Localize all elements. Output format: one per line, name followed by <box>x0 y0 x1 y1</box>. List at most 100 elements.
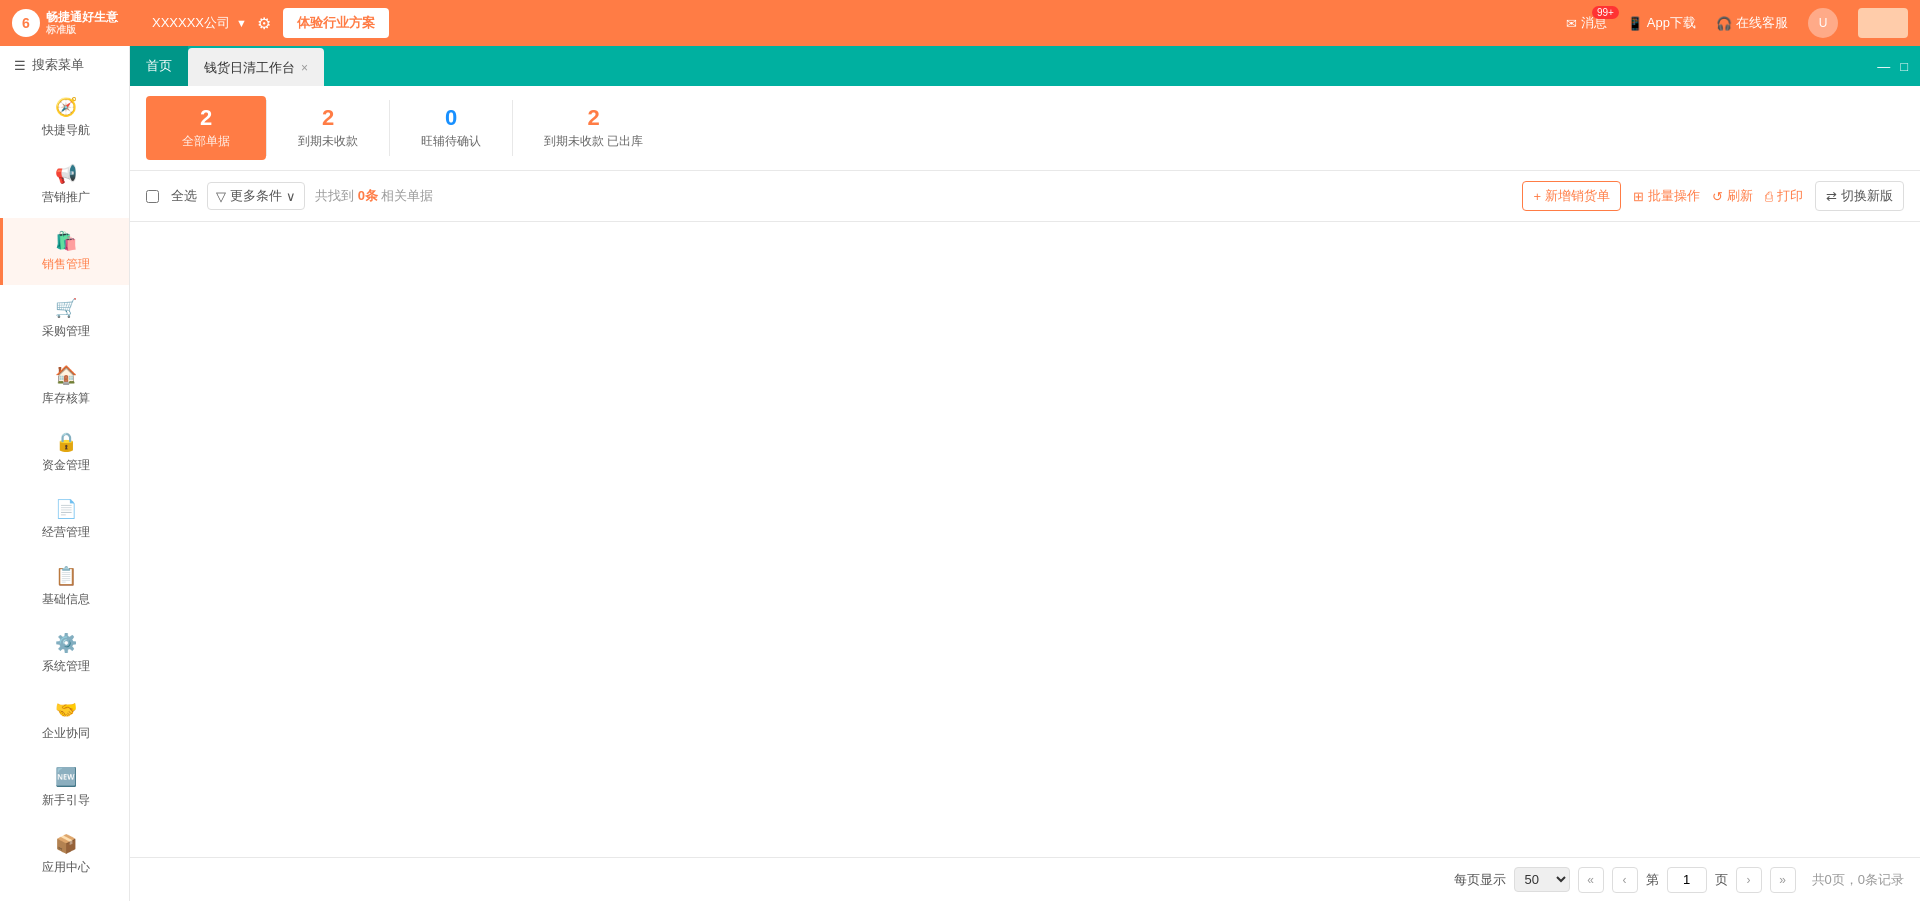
pagination-bar: 每页显示 50 20 100 « ‹ 第 页 › » 共0页，0条记录 <box>130 857 1920 901</box>
maximize-icon[interactable]: □ <box>1900 59 1908 74</box>
download-icon: 📱 <box>1627 16 1643 31</box>
stat-card-overdue[interactable]: 2 到期未收款 <box>267 96 389 160</box>
prev-page-button[interactable]: ‹ <box>1612 867 1638 893</box>
content-area: 首页 钱货日清工作台 × — □ 2 全部单据 2 <box>130 46 1920 901</box>
online-service-button[interactable]: 🎧 在线客服 <box>1716 14 1788 32</box>
sidebar-label-system: 系统管理 <box>42 658 90 675</box>
handshake-icon: 🤝 <box>55 699 77 721</box>
tab-workbench[interactable]: 钱货日清工作台 × <box>188 48 324 88</box>
logo-icon: 6 <box>12 9 40 37</box>
stat-card-overdue-out[interactable]: 2 到期未收款 已出库 <box>513 96 674 160</box>
stat-label-overdue-out: 到期未收款 已出库 <box>544 133 643 150</box>
stat-label-pending: 旺辅待确认 <box>421 133 481 150</box>
logo-area: 6 畅捷通好生意 标准版 <box>12 9 142 37</box>
sidebar-label-operations: 经营管理 <box>42 524 90 541</box>
chevron-icon: ∨ <box>286 189 296 204</box>
more-conditions-button[interactable]: ▽ 更多条件 ∨ <box>207 182 305 210</box>
switch-version-button[interactable]: ⇄ 切换新版 <box>1815 181 1904 211</box>
house-icon: 🏠 <box>55 364 77 386</box>
sidebar-item-operations[interactable]: 📄 经营管理 <box>0 486 129 553</box>
batch-op-button[interactable]: ⊞ 批量操作 <box>1633 187 1700 205</box>
stat-label-all: 全部单据 <box>182 133 230 150</box>
sidebar-item-app-center[interactable]: 📦 应用中心 <box>0 821 129 888</box>
select-all-checkbox[interactable] <box>146 190 159 203</box>
first-page-button[interactable]: « <box>1578 867 1604 893</box>
sidebar-label-guide: 新手引导 <box>42 792 90 809</box>
found-text: 共找到 0条 相关单据 <box>315 187 433 205</box>
tab-home-label: 首页 <box>146 57 172 75</box>
cart-icon: 🛒 <box>55 297 77 319</box>
box-icon: 📦 <box>55 833 77 855</box>
stats-row: 2 全部单据 2 到期未收款 0 旺辅待确认 2 到期未收款 已出库 <box>130 86 1920 171</box>
sidebar-item-guide[interactable]: 🆕 新手引导 <box>0 754 129 821</box>
avatar[interactable]: U <box>1808 8 1838 38</box>
search-menu-item[interactable]: ☰ 搜索菜单 <box>0 46 129 84</box>
sidebar-item-wechat[interactable]: 💬 企业微信 <box>0 888 129 901</box>
toolbar-right: + 新增销货单 ⊞ 批量操作 ↺ 刷新 ⎙ 打印 <box>1522 181 1904 211</box>
stat-card-all[interactable]: 2 全部单据 <box>146 96 266 160</box>
search-menu-label: 搜索菜单 <box>32 56 84 74</box>
plus-icon: + <box>1533 189 1541 204</box>
logo-text: 畅捷通好生意 标准版 <box>46 10 118 36</box>
top-bar: 6 畅捷通好生意 标准版 XXXXXX公司 ▼ ⚙ 体验行业方案 ✉ 消息 99… <box>0 0 1920 46</box>
stat-number-overdue-out: 2 <box>588 105 600 131</box>
add-sales-button[interactable]: + 新增销货单 <box>1522 181 1621 211</box>
page-prefix-label: 第 <box>1646 871 1659 889</box>
sidebar-item-quick-nav[interactable]: 🧭 快捷导航 <box>0 84 129 151</box>
sidebar-label-inventory: 库存核算 <box>42 390 90 407</box>
sidebar-item-finance[interactable]: 🔒 资金管理 <box>0 419 129 486</box>
sidebar-item-inventory[interactable]: 🏠 库存核算 <box>0 352 129 419</box>
refresh-button[interactable]: ↺ 刷新 <box>1712 187 1753 205</box>
sidebar-item-purchase[interactable]: 🛒 采购管理 <box>0 285 129 352</box>
per-page-label: 每页显示 <box>1454 871 1506 889</box>
refresh-label: 刷新 <box>1727 187 1753 205</box>
add-sales-label: 新增销货单 <box>1545 187 1610 205</box>
main-layout: ☰ 搜索菜单 🧭 快捷导航 📢 营销推广 🛍️ 销售管理 🛒 采购管理 🏠 库存… <box>0 46 1920 901</box>
settings-button[interactable]: ⚙ <box>257 14 271 33</box>
sidebar-label-quick-nav: 快捷导航 <box>42 122 90 139</box>
stat-card-pending[interactable]: 0 旺辅待确认 <box>390 96 512 160</box>
tab-home[interactable]: 首页 <box>130 46 188 86</box>
stat-number-pending: 0 <box>445 105 457 131</box>
toolbar: 全选 ▽ 更多条件 ∨ 共找到 0条 相关单据 + 新增销货单 ⊞ <box>130 171 1920 222</box>
compass-icon: 🧭 <box>55 96 77 118</box>
messages-button[interactable]: ✉ 消息 99+ <box>1566 14 1607 32</box>
app-download-button[interactable]: 📱 App下载 <box>1627 14 1696 32</box>
close-icon[interactable]: × <box>301 61 308 75</box>
document-icon: 📄 <box>55 498 77 520</box>
print-icon: ⎙ <box>1765 189 1773 204</box>
switch-icon: ⇄ <box>1826 189 1837 204</box>
print-button[interactable]: ⎙ 打印 <box>1765 187 1803 205</box>
new-icon: 🆕 <box>55 766 77 788</box>
last-page-button[interactable]: » <box>1770 867 1796 893</box>
sidebar-item-basic-info[interactable]: 📋 基础信息 <box>0 553 129 620</box>
sidebar-item-marketing[interactable]: 📢 营销推广 <box>0 151 129 218</box>
minimize-icon[interactable]: — <box>1877 59 1890 74</box>
next-page-button[interactable]: › <box>1736 867 1762 893</box>
company-selector[interactable]: XXXXXX公司 ▼ <box>152 14 247 32</box>
service-icon: 🎧 <box>1716 16 1732 31</box>
sidebar-item-system[interactable]: ⚙️ 系统管理 <box>0 620 129 687</box>
clipboard-icon: 📋 <box>55 565 77 587</box>
workbench: 2 全部单据 2 到期未收款 0 旺辅待确认 2 到期未收款 已出库 <box>130 86 1920 901</box>
chevron-down-icon: ▼ <box>236 17 247 29</box>
print-label: 打印 <box>1777 187 1803 205</box>
company-name: XXXXXX公司 <box>152 14 230 32</box>
sidebar-label-basic-info: 基础信息 <box>42 591 90 608</box>
sidebar-item-enterprise[interactable]: 🤝 企业协同 <box>0 687 129 754</box>
sidebar-item-sales[interactable]: 🛍️ 销售管理 <box>0 218 129 285</box>
stat-label-overdue: 到期未收款 <box>298 133 358 150</box>
stat-number-all: 2 <box>200 105 212 131</box>
filter-icon: ▽ <box>216 189 226 204</box>
stat-number-overdue: 2 <box>322 105 334 131</box>
user-name-display[interactable] <box>1858 8 1908 38</box>
per-page-select[interactable]: 50 20 100 <box>1514 867 1570 892</box>
trial-button[interactable]: 体验行业方案 <box>283 8 389 38</box>
megaphone-icon: 📢 <box>55 163 77 185</box>
sidebar-label-enterprise: 企业协同 <box>42 725 90 742</box>
message-icon: ✉ <box>1566 16 1577 31</box>
settings-icon: ⚙️ <box>55 632 77 654</box>
found-count: 0条 <box>358 188 378 203</box>
lock-icon: 🔒 <box>55 431 77 453</box>
page-number-input[interactable] <box>1667 867 1707 893</box>
